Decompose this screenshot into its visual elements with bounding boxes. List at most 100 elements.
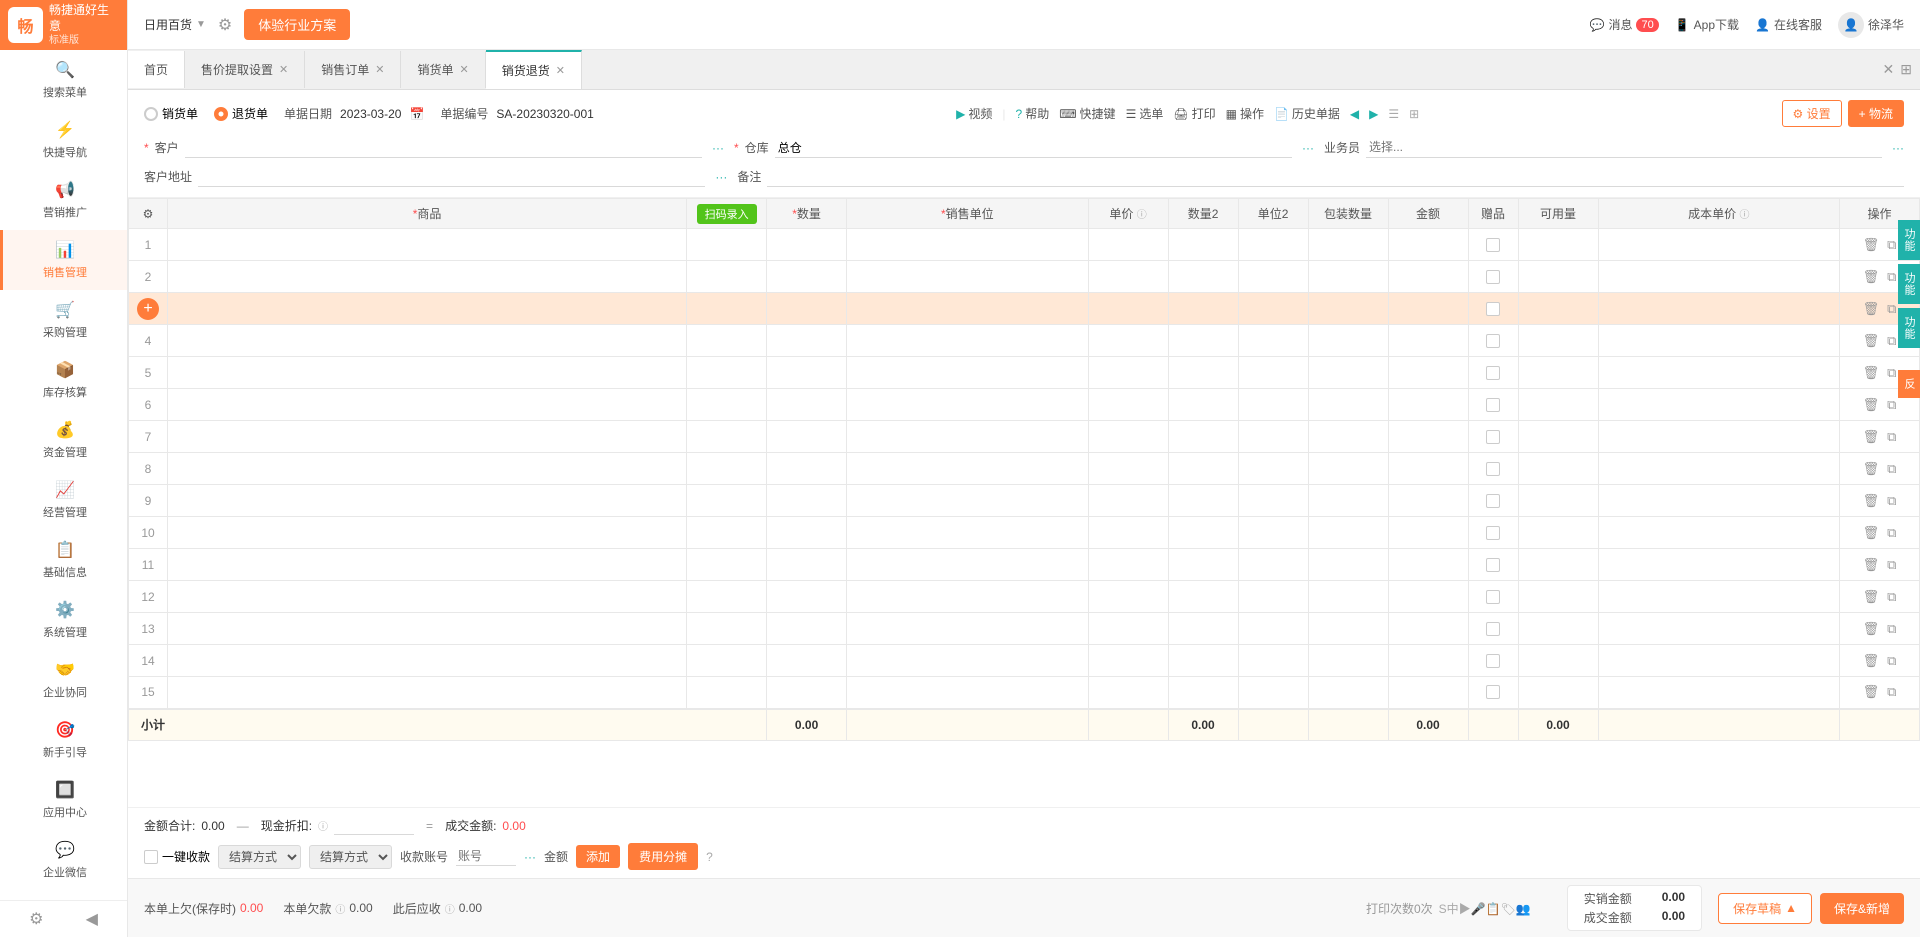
sidebar-item-member[interactable]: 👑 畅会员 bbox=[0, 890, 127, 900]
company-dropdown[interactable]: 日用百货 ▼ bbox=[144, 16, 206, 33]
qty2-cell-3[interactable] bbox=[1168, 293, 1238, 325]
qty2-cell-7[interactable] bbox=[1168, 421, 1238, 453]
col-gear[interactable]: ⚙ bbox=[129, 199, 168, 229]
available-cell-2[interactable] bbox=[1518, 261, 1598, 293]
unit2-cell-5[interactable] bbox=[1238, 357, 1308, 389]
sales-unit-cell-12[interactable] bbox=[847, 581, 1088, 613]
qty-cell-5[interactable] bbox=[767, 357, 847, 389]
unit-price-cell-9[interactable] bbox=[1088, 485, 1168, 517]
qty2-cell-11[interactable] bbox=[1168, 549, 1238, 581]
next-record-icon[interactable]: ▶ bbox=[1369, 107, 1378, 121]
pack-qty-cell-8[interactable] bbox=[1308, 453, 1388, 485]
topbar-gear-icon[interactable]: ⚙ bbox=[218, 15, 232, 35]
float-panel-orange[interactable]: 反 bbox=[1898, 370, 1920, 398]
sales-unit-cell-9[interactable] bbox=[847, 485, 1088, 517]
scan-enter-button[interactable]: 扫码录入 bbox=[697, 204, 757, 224]
list-view-icon[interactable]: ☰ bbox=[1388, 107, 1399, 121]
unit-price-cell-8[interactable] bbox=[1088, 453, 1168, 485]
product-cell-1[interactable] bbox=[168, 229, 687, 261]
user-menu[interactable]: 👤 徐泽华 bbox=[1838, 12, 1904, 38]
pack-qty-cell-10[interactable] bbox=[1308, 517, 1388, 549]
copy-row-icon-14[interactable]: ⧉ bbox=[1887, 653, 1896, 669]
gift-cell-2[interactable] bbox=[1468, 261, 1518, 293]
one-click-payment-checkbox[interactable]: 一键收款 bbox=[144, 848, 210, 865]
online-service-btn[interactable]: 👤 在线客服 bbox=[1755, 16, 1822, 33]
grid-view-icon[interactable]: ⊞ bbox=[1409, 107, 1419, 121]
copy-row-icon-15[interactable]: ⧉ bbox=[1887, 684, 1896, 700]
delete-row-icon-6[interactable]: 🗑 bbox=[1863, 397, 1880, 413]
tab-sales-return[interactable]: 销货退货 ✕ bbox=[486, 50, 582, 89]
available-cell-8[interactable] bbox=[1518, 453, 1598, 485]
cost-price-cell-3[interactable] bbox=[1598, 293, 1839, 325]
available-cell-5[interactable] bbox=[1518, 357, 1598, 389]
table-settings-icon[interactable]: ⚙ bbox=[143, 207, 154, 221]
cost-price-cell-13[interactable] bbox=[1598, 613, 1839, 645]
qty-cell-9[interactable] bbox=[767, 485, 847, 517]
sales-unit-cell-14[interactable] bbox=[847, 645, 1088, 677]
gift-checkbox-9[interactable] bbox=[1486, 494, 1500, 508]
toolbar-shortcut[interactable]: ⌨ 快捷键 bbox=[1059, 105, 1115, 122]
cta-button[interactable]: 体验行业方案 bbox=[244, 9, 350, 40]
pack-qty-cell-1[interactable] bbox=[1308, 229, 1388, 261]
product-cell-15[interactable] bbox=[168, 677, 687, 709]
add-row-button[interactable]: + bbox=[137, 298, 159, 320]
gift-cell-10[interactable] bbox=[1468, 517, 1518, 549]
product-cell-11[interactable] bbox=[168, 549, 687, 581]
sidebar-item-base[interactable]: 📋 基础信息 bbox=[0, 530, 127, 590]
sales-unit-cell-3[interactable] bbox=[847, 293, 1088, 325]
unit-price-cell-1[interactable] bbox=[1088, 229, 1168, 261]
unit2-cell-3[interactable] bbox=[1238, 293, 1308, 325]
sales-unit-cell-11[interactable] bbox=[847, 549, 1088, 581]
gift-checkbox-1[interactable] bbox=[1486, 238, 1500, 252]
cost-price-cell-8[interactable] bbox=[1598, 453, 1839, 485]
tab-home[interactable]: 首页 bbox=[128, 51, 185, 88]
tab-sales-order[interactable]: 销售订单 ✕ bbox=[305, 51, 401, 88]
unit-price-cell-10[interactable] bbox=[1088, 517, 1168, 549]
cost-price-cell-12[interactable] bbox=[1598, 581, 1839, 613]
delete-row-icon-1[interactable]: 🗑 bbox=[1863, 237, 1880, 253]
unit-price-cell-14[interactable] bbox=[1088, 645, 1168, 677]
qty2-cell-4[interactable] bbox=[1168, 325, 1238, 357]
sales-unit-cell-8[interactable] bbox=[847, 453, 1088, 485]
qty-cell-3[interactable] bbox=[767, 293, 847, 325]
sales-unit-cell-6[interactable] bbox=[847, 389, 1088, 421]
cost-price-cell-2[interactable] bbox=[1598, 261, 1839, 293]
gift-cell-3[interactable] bbox=[1468, 293, 1518, 325]
unit2-cell-10[interactable] bbox=[1238, 517, 1308, 549]
cost-price-cell-11[interactable] bbox=[1598, 549, 1839, 581]
available-cell-3[interactable] bbox=[1518, 293, 1598, 325]
cost-price-cell-14[interactable] bbox=[1598, 645, 1839, 677]
pack-qty-cell-15[interactable] bbox=[1308, 677, 1388, 709]
unit2-cell-6[interactable] bbox=[1238, 389, 1308, 421]
close-tab-sales-order-icon[interactable]: ✕ bbox=[375, 63, 384, 76]
delete-row-icon-12[interactable]: 🗑 bbox=[1863, 589, 1880, 605]
sidebar-item-shortcut[interactable]: ⚡ 快捷导航 bbox=[0, 110, 127, 170]
product-cell-3[interactable] bbox=[168, 293, 687, 325]
message-btn[interactable]: 💬 消息 70 bbox=[1589, 16, 1658, 33]
unit-price-cell-7[interactable] bbox=[1088, 421, 1168, 453]
toolbar-history[interactable]: 📄 历史单据 bbox=[1274, 105, 1340, 122]
close-tab-sales-return-icon[interactable]: ✕ bbox=[556, 64, 565, 77]
gift-checkbox-4[interactable] bbox=[1486, 334, 1500, 348]
gift-checkbox-12[interactable] bbox=[1486, 590, 1500, 604]
pack-qty-cell-6[interactable] bbox=[1308, 389, 1388, 421]
copy-row-icon-5[interactable]: ⧉ bbox=[1887, 365, 1896, 381]
pack-qty-cell-12[interactable] bbox=[1308, 581, 1388, 613]
unit2-cell-11[interactable] bbox=[1238, 549, 1308, 581]
unit-price-cell-11[interactable] bbox=[1088, 549, 1168, 581]
gift-checkbox-8[interactable] bbox=[1486, 462, 1500, 476]
delete-row-icon-10[interactable]: 🗑 bbox=[1863, 525, 1880, 541]
copy-row-icon-4[interactable]: ⧉ bbox=[1887, 333, 1896, 349]
product-cell-7[interactable] bbox=[168, 421, 687, 453]
close-tab-price-settings-icon[interactable]: ✕ bbox=[279, 63, 288, 76]
amount-cell-2[interactable] bbox=[1388, 261, 1468, 293]
qty2-cell-10[interactable] bbox=[1168, 517, 1238, 549]
close-tab-sales-icon[interactable]: ✕ bbox=[460, 63, 469, 76]
gift-checkbox-3[interactable] bbox=[1486, 302, 1500, 316]
sales-unit-cell-4[interactable] bbox=[847, 325, 1088, 357]
amount-cell-10[interactable] bbox=[1388, 517, 1468, 549]
staff-select-icon[interactable]: ··· bbox=[1892, 141, 1904, 155]
toolbar-print[interactable]: 🖨 打印 bbox=[1173, 105, 1215, 122]
remark-input[interactable] bbox=[767, 166, 1904, 187]
gift-cell-5[interactable] bbox=[1468, 357, 1518, 389]
